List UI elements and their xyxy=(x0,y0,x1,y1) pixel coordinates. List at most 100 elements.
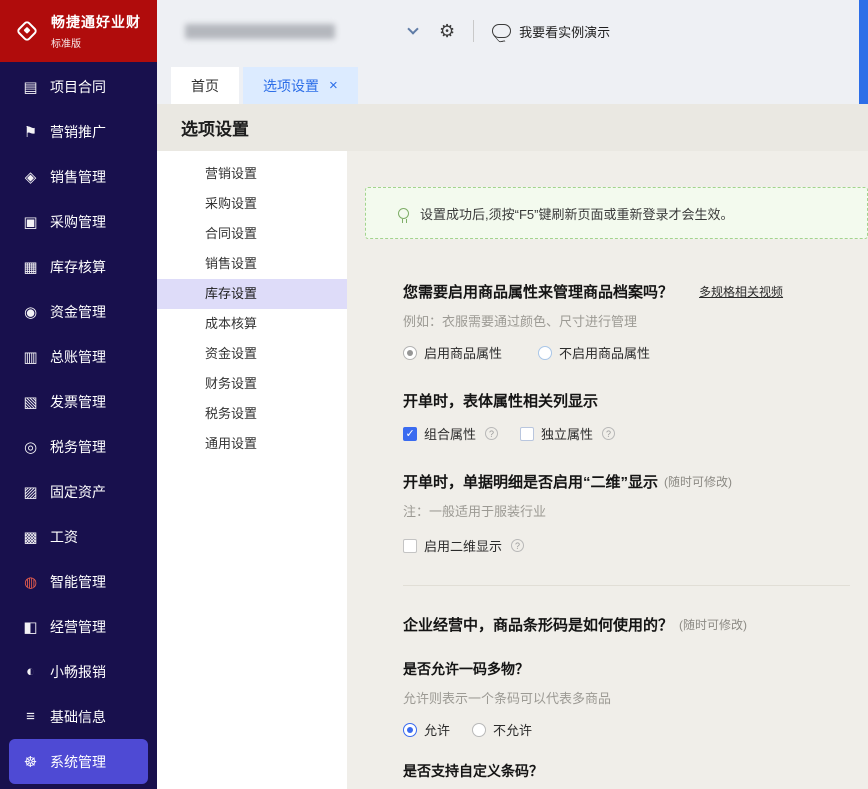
section-title-text: 企业经营中，商品条形码是如何使用的？ xyxy=(403,617,674,634)
sidebar-menu: ▤ 项目合同 ⚑ 营销推广 ◈ 销售管理 ▣ 采购管理 ▦ 库存核算 ◉ 资金管… xyxy=(0,62,157,789)
question-title-text: 开单时，单据明细是否启用“二维”显示 xyxy=(403,474,659,491)
radio-icon[interactable] xyxy=(472,722,487,737)
sidebar-item-label: 小畅报销 xyxy=(50,663,106,680)
subnav-item[interactable]: 营销设置 xyxy=(157,159,347,189)
question-2d-display: 开单时，单据明细是否启用“二维”显示 (随时可修改) 注：一般适用于服装行业 启… xyxy=(403,471,868,555)
checkbox-group-attribute-columns: 组合属性 独立属性 xyxy=(403,424,868,443)
speech-bubble-icon xyxy=(492,24,512,38)
radio-group-product-attributes: 启用商品属性 不启用商品属性 xyxy=(403,343,868,362)
checkbox-icon[interactable] xyxy=(403,426,417,441)
subnav-item[interactable]: 销售设置 xyxy=(157,249,347,279)
sidebar-item-label: 库存核算 xyxy=(50,258,106,275)
subnav-item[interactable]: 通用设置 xyxy=(157,429,347,459)
sidebar-item[interactable]: ◈ 销售管理 xyxy=(9,154,148,199)
chevron-down-icon[interactable] xyxy=(407,23,419,35)
checkbox-option-enable-2d[interactable]: 启用二维显示 xyxy=(403,536,525,555)
subnav-item[interactable]: 采购设置 xyxy=(157,189,347,219)
question-title-text: 是否允许一码多物？ xyxy=(403,661,529,677)
subnav-item[interactable]: 税务设置 xyxy=(157,399,347,429)
checkbox-icon[interactable] xyxy=(403,538,417,553)
radio-icon[interactable] xyxy=(403,722,417,737)
sidebar-item-icon: ☸ xyxy=(23,753,38,771)
lightbulb-icon xyxy=(398,207,409,223)
topbar: ⚙ 我要看实例演示 xyxy=(157,0,868,62)
sidebar-item[interactable]: ▣ 采购管理 xyxy=(9,199,148,244)
tab-home[interactable]: 首页 xyxy=(171,67,239,104)
sidebar-item-label: 智能管理 xyxy=(50,573,106,590)
radio-label: 不启用商品属性 xyxy=(559,346,651,361)
section-title: 企业经营中，商品条形码是如何使用的？ (随时可修改) xyxy=(403,614,868,635)
radio-icon[interactable] xyxy=(403,345,417,360)
content-area: 营销设置 采购设置 合同设置 销售设置 库存设置 成本核算 资金设置 财务设置 … xyxy=(157,151,868,789)
radio-option-disable-attributes[interactable]: 不启用商品属性 xyxy=(538,343,650,362)
multi-spec-video-link[interactable]: 多规格相关视频 xyxy=(699,283,783,300)
sidebar-item-label: 项目合同 xyxy=(50,78,106,95)
sidebar-item[interactable]: ▧ 发票管理 xyxy=(9,379,148,424)
tab-options-settings[interactable]: 选项设置 × xyxy=(243,67,358,104)
close-icon[interactable]: × xyxy=(329,78,338,93)
sidebar-item[interactable]: ◎ 税务管理 xyxy=(9,424,148,469)
section-suffix: (随时可修改) xyxy=(679,618,748,632)
radio-option-disallow[interactable]: 不允许 xyxy=(472,720,532,739)
sidebar-item-label: 系统管理 xyxy=(50,753,106,770)
sidebar-item[interactable]: ≡ 基础信息 xyxy=(9,694,148,739)
radio-label: 允许 xyxy=(424,723,451,738)
radio-option-enable-attributes[interactable]: 启用商品属性 xyxy=(403,343,502,362)
question-one-code-multi-items: 是否允许一码多物？ 允许则表示一个条码可以代表多商品 允许 不允许 xyxy=(403,659,868,739)
help-icon[interactable] xyxy=(511,539,525,552)
checkbox-group-2d-display: 启用二维显示 xyxy=(403,536,868,555)
subnav-item[interactable]: 资金设置 xyxy=(157,339,347,369)
notice-text: 设置成功后,须按“F5”键刷新页面或重新登录才会生效。 xyxy=(420,206,734,222)
subnav-item[interactable]: 财务设置 xyxy=(157,369,347,399)
sidebar-item-icon: ≡ xyxy=(26,708,35,725)
question-title: 您需要启用商品属性来管理商品档案吗？ 多规格相关视频 xyxy=(403,281,868,302)
checkbox-option-combined-attribute[interactable]: 组合属性 xyxy=(403,424,499,443)
question-title: 是否允许一码多物？ xyxy=(403,659,868,679)
subnav-item[interactable]: 合同设置 xyxy=(157,219,347,249)
sidebar-item[interactable]: ◍ 智能管理 xyxy=(9,559,148,604)
question-attribute-columns: 开单时，表体属性相关列显示 组合属性 独立属性 xyxy=(403,390,868,443)
sidebar-item[interactable]: ▦ 库存核算 xyxy=(9,244,148,289)
app-logo: 畅捷通好业财 标准版 xyxy=(0,0,157,62)
checkbox-option-independent-attribute[interactable]: 独立属性 xyxy=(520,424,616,443)
subnav-item[interactable]: 库存设置 xyxy=(157,279,347,309)
sidebar-item[interactable]: ◧ 经营管理 xyxy=(9,604,148,649)
sidebar-item[interactable]: ▤ 项目合同 xyxy=(9,64,148,109)
right-edge-accent xyxy=(859,0,868,104)
sidebar-item[interactable]: ◐ 小畅报销 xyxy=(9,649,148,694)
sidebar-item[interactable]: ⚑ 营销推广 xyxy=(9,109,148,154)
org-selector-dropdown[interactable] xyxy=(177,16,425,46)
main-area: ⚙ 我要看实例演示 首页 选项设置 × 选项设置 营销设置 采购设置 合同设置 … xyxy=(157,0,868,789)
sidebar-item[interactable]: ☸ 系统管理 xyxy=(9,739,148,784)
logo-title: 畅捷通好业财 xyxy=(51,14,141,30)
sidebar-item[interactable]: ▩ 工资 xyxy=(9,514,148,559)
sidebar-item-icon: ▧ xyxy=(23,393,38,411)
sidebar-item[interactable]: ▥ 总账管理 xyxy=(9,334,148,379)
question-hint: 允许则表示一个条码可以代表多商品 xyxy=(403,691,612,706)
checkbox-label: 独立属性 xyxy=(541,427,594,442)
sidebar-item-label: 资金管理 xyxy=(50,303,106,320)
question-title: 开单时，单据明细是否启用“二维”显示 (随时可修改) xyxy=(403,471,868,492)
subnav-item[interactable]: 成本核算 xyxy=(157,309,347,339)
sidebar-item-icon: ◐ xyxy=(25,663,36,680)
sidebar-item[interactable]: ◉ 资金管理 xyxy=(9,289,148,334)
question-title-text: 您需要启用商品属性来管理商品档案吗？ xyxy=(403,284,674,301)
radio-option-allow[interactable]: 允许 xyxy=(403,720,450,739)
sidebar-item[interactable]: ▨ 固定资产 xyxy=(9,469,148,514)
question-note: 注：一般适用于服装行业 xyxy=(403,504,547,519)
gear-icon[interactable]: ⚙ xyxy=(439,21,455,42)
checkbox-icon[interactable] xyxy=(520,426,535,441)
section-barcode-usage: 企业经营中，商品条形码是如何使用的？ (随时可修改) xyxy=(403,614,868,635)
sidebar-item-icon: ◎ xyxy=(23,438,38,456)
app-window: 畅捷通好业财 标准版 ▤ 项目合同 ⚑ 营销推广 ◈ 销售管理 ▣ 采购管理 ▦… xyxy=(0,0,868,789)
sidebar-item-label: 销售管理 xyxy=(50,168,106,185)
question-title-text: 开单时，表体属性相关列显示 xyxy=(403,393,599,410)
sidebar-item-icon: ▨ xyxy=(23,483,38,501)
help-icon[interactable] xyxy=(485,427,499,440)
demo-video-link[interactable]: 我要看实例演示 xyxy=(492,22,610,41)
logo-text: 畅捷通好业财 标准版 xyxy=(51,12,141,50)
help-icon[interactable] xyxy=(602,427,616,440)
sidebar-item-icon: ▣ xyxy=(23,213,38,231)
notice-banner: 设置成功后,须按“F5”键刷新页面或重新登录才会生效。 xyxy=(365,187,868,239)
radio-icon[interactable] xyxy=(538,345,553,360)
